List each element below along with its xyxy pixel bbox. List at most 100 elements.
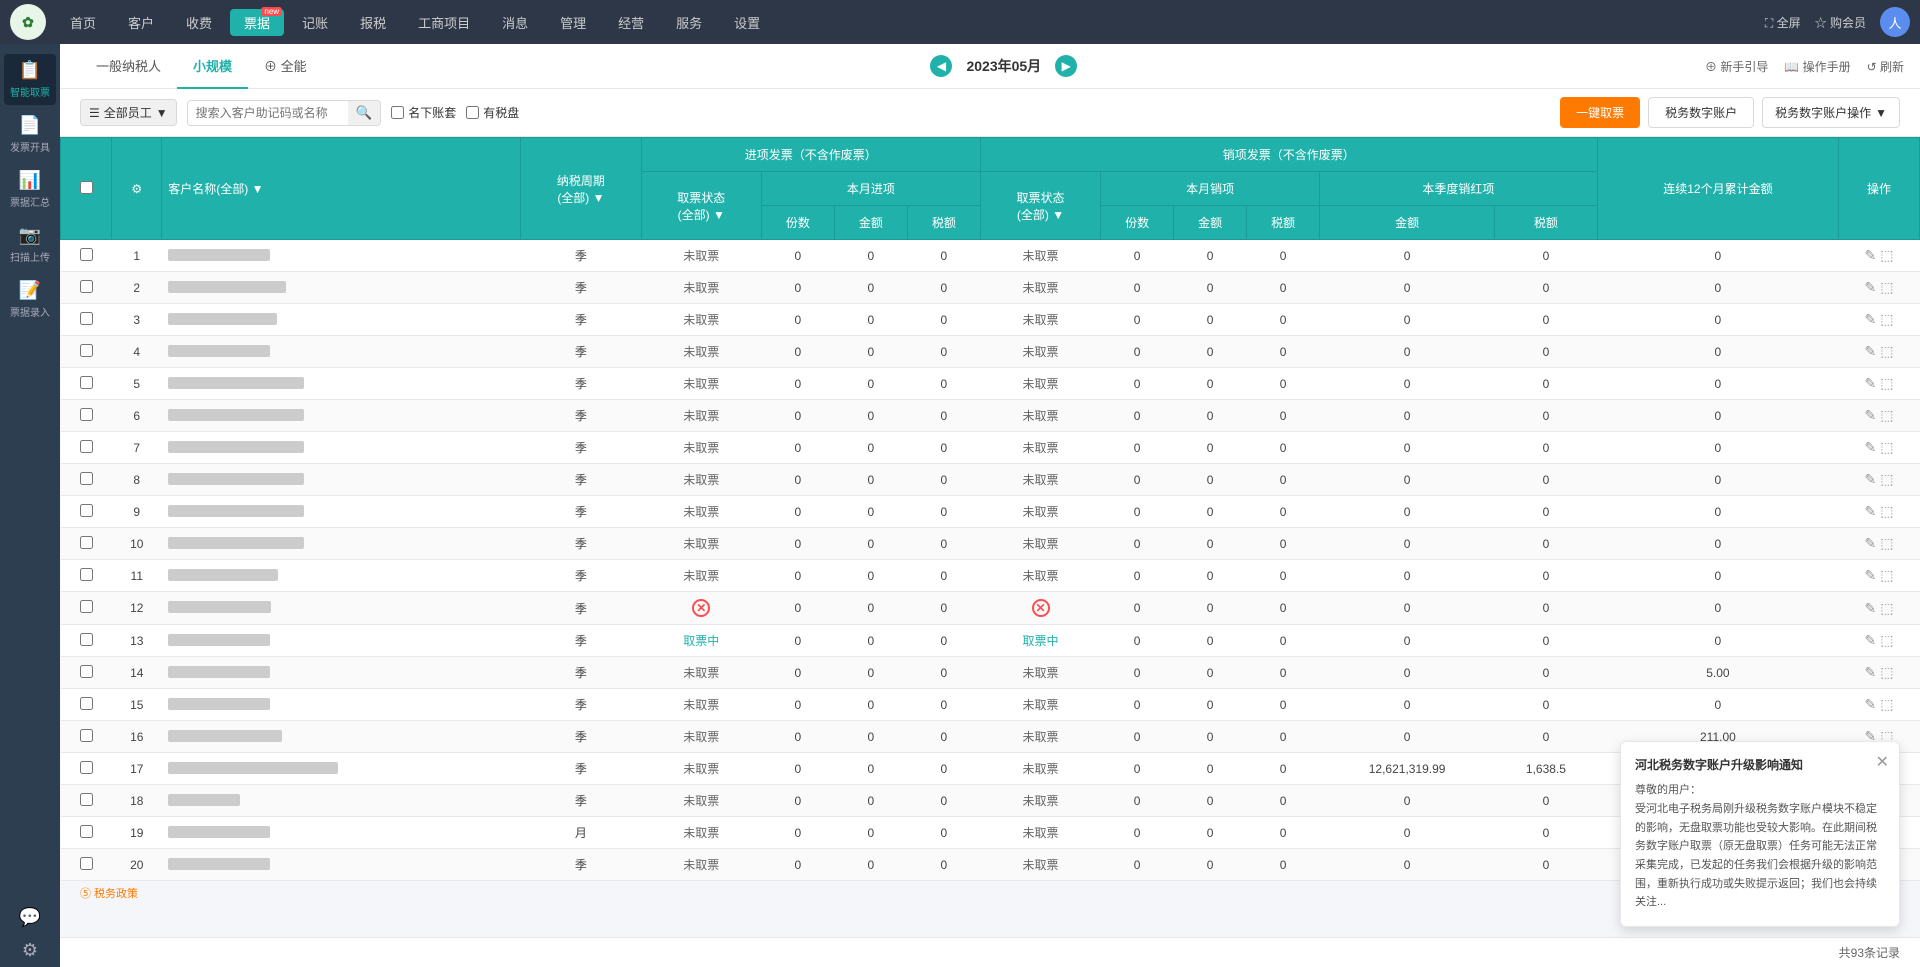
tax-disk-check[interactable]	[466, 106, 479, 119]
tax-digital-account-dropdown[interactable]: 税务数字账户操作 ▼	[1762, 97, 1900, 128]
tax-digital-account-btn[interactable]: 税务数字账户	[1648, 97, 1754, 128]
sidebar-item-config[interactable]: ⚙	[4, 934, 56, 967]
nav-item-operate[interactable]: 经营	[604, 9, 658, 36]
employee-select[interactable]: ☰ 全部员工 ▼	[80, 99, 177, 126]
edit-icon-11[interactable]: ✎	[1865, 600, 1877, 617]
edit-icon-9[interactable]: ✎	[1865, 535, 1877, 552]
edit-icon-12[interactable]: ✎	[1865, 632, 1877, 649]
edit-icon-14[interactable]: ✎	[1865, 696, 1877, 713]
row-checkbox-3[interactable]	[80, 344, 93, 357]
nav-item-message[interactable]: 消息	[488, 9, 542, 36]
one-click-ticket-btn[interactable]: 一键取票	[1560, 97, 1640, 128]
copy-icon-3[interactable]: ⬚	[1880, 343, 1893, 360]
refresh-btn[interactable]: ↺ 刷新	[1867, 58, 1904, 75]
sidebar-item-chat[interactable]: 💬	[4, 901, 56, 934]
name-account-check[interactable]	[391, 106, 404, 119]
edit-icon-13[interactable]: ✎	[1865, 664, 1877, 681]
vip-btn[interactable]: ☆ 购会员	[1815, 14, 1866, 31]
select-all-checkbox[interactable]	[80, 181, 93, 194]
edit-icon-8[interactable]: ✎	[1865, 503, 1877, 520]
nav-item-service[interactable]: 服务	[662, 9, 716, 36]
row-checkbox-12[interactable]	[80, 633, 93, 646]
edit-icon-10[interactable]: ✎	[1865, 567, 1877, 584]
edit-icon-6[interactable]: ✎	[1865, 439, 1877, 456]
cell-in-count: 0	[761, 432, 834, 464]
row-checkbox-5[interactable]	[80, 408, 93, 421]
edit-icon-1[interactable]: ✎	[1865, 279, 1877, 296]
nav-item-invoice[interactable]: 票据 new	[230, 9, 284, 36]
tax-disk-checkbox[interactable]: 有税盘	[466, 104, 519, 121]
copy-icon-8[interactable]: ⬚	[1880, 503, 1893, 520]
copy-icon-14[interactable]: ⬚	[1880, 696, 1893, 713]
edit-icon-3[interactable]: ✎	[1865, 343, 1877, 360]
edit-icon-0[interactable]: ✎	[1865, 247, 1877, 264]
notification-close-btn[interactable]: ✕	[1876, 750, 1889, 776]
nav-item-settings[interactable]: 设置	[720, 9, 774, 36]
cell-ret-tax: 0	[1495, 657, 1598, 689]
copy-icon-13[interactable]: ⬚	[1880, 664, 1893, 681]
cell-actions: ✎ ⬚	[1839, 528, 1920, 560]
row-checkbox-10[interactable]	[80, 568, 93, 581]
tab-small[interactable]: 小规模	[177, 44, 248, 89]
cell-out-count: 0	[1101, 240, 1174, 272]
row-checkbox-17[interactable]	[80, 793, 93, 806]
row-checkbox-9[interactable]	[80, 536, 93, 549]
row-checkbox-2[interactable]	[80, 312, 93, 325]
nav-item-tax[interactable]: 报税	[346, 9, 400, 36]
sidebar-item-entry[interactable]: 📝 票据录入	[4, 274, 56, 325]
prev-month-btn[interactable]: ◀	[930, 55, 952, 77]
nav-item-ledger[interactable]: 记账	[288, 9, 342, 36]
nav-item-home[interactable]: 首页	[56, 9, 110, 36]
row-checkbox-4[interactable]	[80, 376, 93, 389]
row-checkbox-11[interactable]	[80, 600, 93, 613]
copy-icon-4[interactable]: ⬚	[1880, 375, 1893, 392]
next-month-btn[interactable]: ▶	[1055, 55, 1077, 77]
employee-select-left[interactable]: ☰ 全部员工 ▼	[81, 100, 176, 125]
copy-icon-12[interactable]: ⬚	[1880, 632, 1893, 649]
avatar[interactable]: 人	[1880, 7, 1910, 37]
row-checkbox-8[interactable]	[80, 504, 93, 517]
copy-icon-7[interactable]: ⬚	[1880, 471, 1893, 488]
tab-all[interactable]: ⊕ 全能	[248, 44, 323, 89]
edit-icon-7[interactable]: ✎	[1865, 471, 1877, 488]
nav-item-fee[interactable]: 收费	[172, 9, 226, 36]
row-checkbox-14[interactable]	[80, 697, 93, 710]
copy-icon-11[interactable]: ⬚	[1880, 600, 1893, 617]
row-checkbox-1[interactable]	[80, 280, 93, 293]
row-checkbox-18[interactable]	[80, 825, 93, 838]
table-row: 7 ████████████████ 季 未取票 0 0 0 未取票 0 0 0…	[61, 432, 1920, 464]
search-input[interactable]	[188, 102, 348, 124]
row-checkbox-7[interactable]	[80, 472, 93, 485]
sidebar-item-smart-ticket[interactable]: 📋 智能取票	[4, 54, 56, 105]
tab-general[interactable]: 一般纳税人	[80, 44, 177, 89]
sidebar-item-invoice-open[interactable]: 📄 发票开具	[4, 109, 56, 160]
edit-icon-4[interactable]: ✎	[1865, 375, 1877, 392]
guide-btn[interactable]: ⊕ 新手引导	[1705, 58, 1768, 75]
name-account-checkbox[interactable]: 名下账套	[391, 104, 456, 121]
row-checkbox-15[interactable]	[80, 729, 93, 742]
copy-icon-9[interactable]: ⬚	[1880, 535, 1893, 552]
copy-icon-6[interactable]: ⬚	[1880, 439, 1893, 456]
row-checkbox-19[interactable]	[80, 857, 93, 870]
edit-icon-2[interactable]: ✎	[1865, 311, 1877, 328]
edit-icon-5[interactable]: ✎	[1865, 407, 1877, 424]
copy-icon-0[interactable]: ⬚	[1880, 247, 1893, 264]
copy-icon-5[interactable]: ⬚	[1880, 407, 1893, 424]
nav-item-manage[interactable]: 管理	[546, 9, 600, 36]
table-row: 14 ████████████ 季 未取票 0 0 0 未取票 0 0 0 0 …	[61, 657, 1920, 689]
nav-item-client[interactable]: 客户	[114, 9, 168, 36]
manual-btn[interactable]: 📖 操作手册	[1784, 58, 1850, 75]
copy-icon-10[interactable]: ⬚	[1880, 567, 1893, 584]
row-checkbox-6[interactable]	[80, 440, 93, 453]
nav-item-business[interactable]: 工商项目	[404, 9, 484, 36]
fullscreen-btn[interactable]: ⛶ 全屏	[1765, 14, 1801, 31]
sidebar-item-scan[interactable]: 📷 扫描上传	[4, 219, 56, 270]
copy-icon-1[interactable]: ⬚	[1880, 279, 1893, 296]
th-ret-tax: 税额	[1495, 206, 1598, 240]
sidebar-item-summary[interactable]: 📊 票据汇总	[4, 164, 56, 215]
row-checkbox-16[interactable]	[80, 761, 93, 774]
row-checkbox-13[interactable]	[80, 665, 93, 678]
search-button[interactable]: 🔍	[348, 101, 381, 125]
copy-icon-2[interactable]: ⬚	[1880, 311, 1893, 328]
row-checkbox-0[interactable]	[80, 248, 93, 261]
